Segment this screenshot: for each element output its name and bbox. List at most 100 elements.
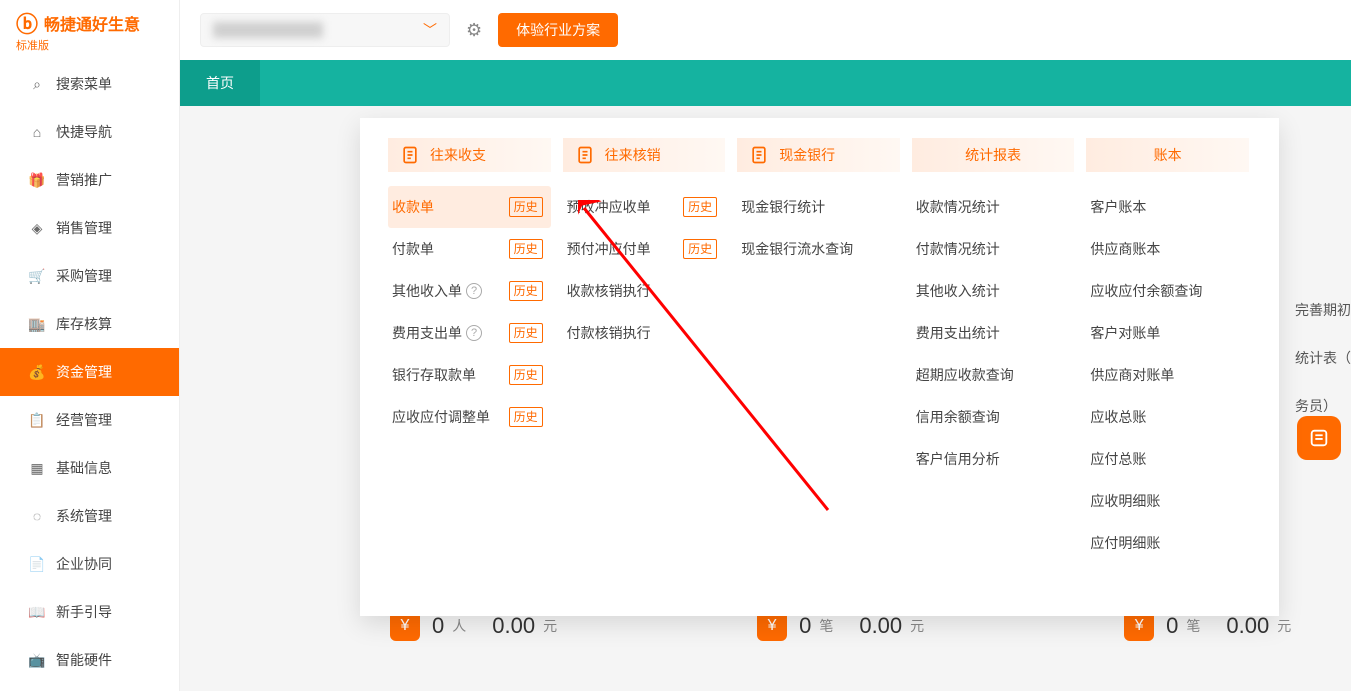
sidebar-item-label: 基础信息 [56, 458, 112, 478]
mega-menu-item-label: 收款单 [392, 197, 434, 217]
sidebar-item-gift[interactable]: 🎁 营销推广 [0, 156, 179, 204]
mega-menu-item[interactable]: 付款单历史 [388, 228, 551, 270]
mega-column: 统计报表收款情况统计付款情况统计其他收入统计费用支出统计超期应收款查询信用余额查… [912, 138, 1087, 596]
mega-menu-item[interactable]: 预付冲应付单 历史 [563, 228, 726, 270]
history-badge[interactable]: 历史 [509, 365, 543, 385]
sidebar-item-cart[interactable]: 🛒采购管理 [0, 252, 179, 300]
mega-menu-item[interactable]: 现金银行流水查询 [737, 228, 900, 270]
sidebar-item-warehouse[interactable]: 🏬库存核算 [0, 300, 179, 348]
mega-menu-item[interactable]: 应付明细账 [1086, 522, 1249, 564]
mega-menu-item-label: 应付明细账 [1090, 533, 1160, 553]
search-icon: ⌕ [28, 76, 46, 93]
history-badge[interactable]: 历史 [683, 197, 717, 217]
mega-menu-item[interactable]: 客户对账单 [1086, 312, 1249, 354]
sidebar-menu: ⌕搜索菜单⌂快捷导航 🎁 营销推广 ◈销售管理🛒采购管理🏬库存核算💰资金管理📋经营管理… [0, 60, 179, 684]
card-amount-unit: 元 [910, 616, 924, 636]
history-badge[interactable]: 历史 [509, 407, 543, 427]
history-badge[interactable]: 历史 [509, 197, 543, 217]
topbar: ﹀ ⚙ 体验行业方案 [180, 0, 1351, 60]
sidebar-item-search[interactable]: ⌕搜索菜单 [0, 60, 179, 108]
mega-menu-item[interactable]: 供应商对账单 [1086, 354, 1249, 396]
money-icon: 💰 [28, 364, 46, 381]
document-icon [400, 145, 420, 165]
sidebar-item-diamond[interactable]: ◈销售管理 [0, 204, 179, 252]
mega-menu-item-label: 超期应收款查询 [916, 365, 1014, 385]
mega-menu-item[interactable]: 超期应收款查询 [912, 354, 1075, 396]
industry-plan-button[interactable]: 体验行业方案 [498, 13, 618, 47]
device-icon: 📺 [28, 652, 46, 669]
sidebar-item-label: 新手引导 [56, 602, 112, 622]
mega-menu-item-label: 收款情况统计 [916, 197, 1000, 217]
mega-menu-item[interactable]: 费用支出单?历史 [388, 312, 551, 354]
tabstrip: 首页 [180, 60, 1351, 106]
sidebar-item-device[interactable]: 📺智能硬件 [0, 636, 179, 684]
gift-icon: 🎁 [28, 172, 46, 189]
mega-menu-item[interactable]: 收款情况统计 [912, 186, 1075, 228]
mega-menu-item[interactable]: 费用支出统计 [912, 312, 1075, 354]
mega-menu-item[interactable]: 信用余额查询 [912, 396, 1075, 438]
help-icon[interactable]: ? [466, 325, 482, 341]
mega-menu-item[interactable]: 付款情况统计 [912, 228, 1075, 270]
mega-menu-item[interactable]: 现金银行统计 [737, 186, 900, 228]
mega-menu-item-label: 供应商账本 [1090, 239, 1160, 259]
mega-menu-item[interactable]: 预收冲应收单历史 [563, 186, 726, 228]
mega-menu-item-label: 其他收入统计 [916, 281, 1000, 301]
sidebar-item-guide[interactable]: 📖 新手引导 [0, 588, 179, 636]
mega-menu-item-label: 预付冲应付单 [567, 239, 651, 259]
sidebar-item-doc[interactable]: 📄企业协同 [0, 540, 179, 588]
sidebar-item-clipboard[interactable]: 📋经营管理 [0, 396, 179, 444]
mega-menu-item[interactable]: 其他收入单?历史 [388, 270, 551, 312]
card-count: 0 [799, 613, 811, 639]
mega-menu-item[interactable]: 应收应付调整单历史 [388, 396, 551, 438]
sidebar-item-loading[interactable]: ◌系统管理 [0, 492, 179, 540]
org-name-blurred [213, 22, 323, 38]
mega-menu-item[interactable]: 其他收入统计 [912, 270, 1075, 312]
card-count: 0 [432, 613, 444, 639]
logo: ⓑ 畅捷通好生意 标准版 [0, 0, 179, 60]
history-badge[interactable]: 历史 [509, 323, 543, 343]
history-badge[interactable]: 历史 [683, 239, 717, 259]
right-peek-line: 统计表（ [1295, 334, 1351, 382]
card-count-unit: 笔 [1186, 616, 1200, 636]
mega-column-header: 往来核销 [563, 138, 726, 172]
guide-icon: 📖 [28, 604, 46, 621]
mega-menu-item[interactable]: 银行存取款单历史 [388, 354, 551, 396]
mega-menu-item[interactable]: 客户账本 [1086, 186, 1249, 228]
sidebar-item-label: 营销推广 [56, 170, 112, 190]
card-amount: 0.00 [492, 613, 535, 639]
mega-menu-item[interactable]: 付款核销执行 [563, 312, 726, 354]
history-badge[interactable]: 历史 [509, 239, 543, 259]
mega-menu-item[interactable]: 应付总账 [1086, 438, 1249, 480]
sidebar-item-grid[interactable]: ▦基础信息 [0, 444, 179, 492]
mega-menu-item[interactable]: 客户信用分析 [912, 438, 1075, 480]
mega-menu-item[interactable]: 应收应付余额查询 [1086, 270, 1249, 312]
history-badge[interactable]: 历史 [509, 281, 543, 301]
chevron-down-icon: ﹀ [423, 20, 437, 40]
sidebar-item-money[interactable]: 💰资金管理 [0, 348, 179, 396]
logo-text: 畅捷通好生意 [44, 11, 140, 35]
tab-home[interactable]: 首页 [180, 60, 260, 106]
home-icon: ⌂ [28, 124, 46, 140]
right-peek-line: 完善期初 [1295, 286, 1351, 334]
mega-column-header: 现金银行 [737, 138, 900, 172]
floating-action-icon[interactable] [1297, 416, 1341, 460]
org-selector[interactable]: ﹀ [200, 13, 450, 47]
gear-icon[interactable]: ⚙ [466, 20, 482, 41]
mega-column-title: 往来核销 [605, 145, 661, 165]
mega-menu-item-label: 客户账本 [1090, 197, 1146, 217]
mega-menu-item[interactable]: 应收总账 [1086, 396, 1249, 438]
mega-menu-item[interactable]: 收款核销执行 [563, 270, 726, 312]
card-count-unit: 笔 [819, 616, 833, 636]
card-amount-unit: 元 [1277, 616, 1291, 636]
sidebar-item-label: 经营管理 [56, 410, 112, 430]
mega-menu-item[interactable]: 应收明细账 [1086, 480, 1249, 522]
help-icon[interactable]: ? [466, 283, 482, 299]
mega-column: 往来核销预收冲应收单历史预付冲应付单 历史收款核销执行付款核销执行 [563, 138, 738, 596]
mega-menu-item[interactable]: 供应商账本 [1086, 228, 1249, 270]
mega-menu-item-label: 信用余额查询 [916, 407, 1000, 427]
sidebar-item-home[interactable]: ⌂快捷导航 [0, 108, 179, 156]
logo-edition: 标准版 [16, 37, 179, 53]
logo-mark-icon: ⓑ [16, 7, 38, 39]
card-amount: 0.00 [1226, 613, 1269, 639]
mega-menu-item[interactable]: 收款单 历史 [388, 186, 551, 228]
